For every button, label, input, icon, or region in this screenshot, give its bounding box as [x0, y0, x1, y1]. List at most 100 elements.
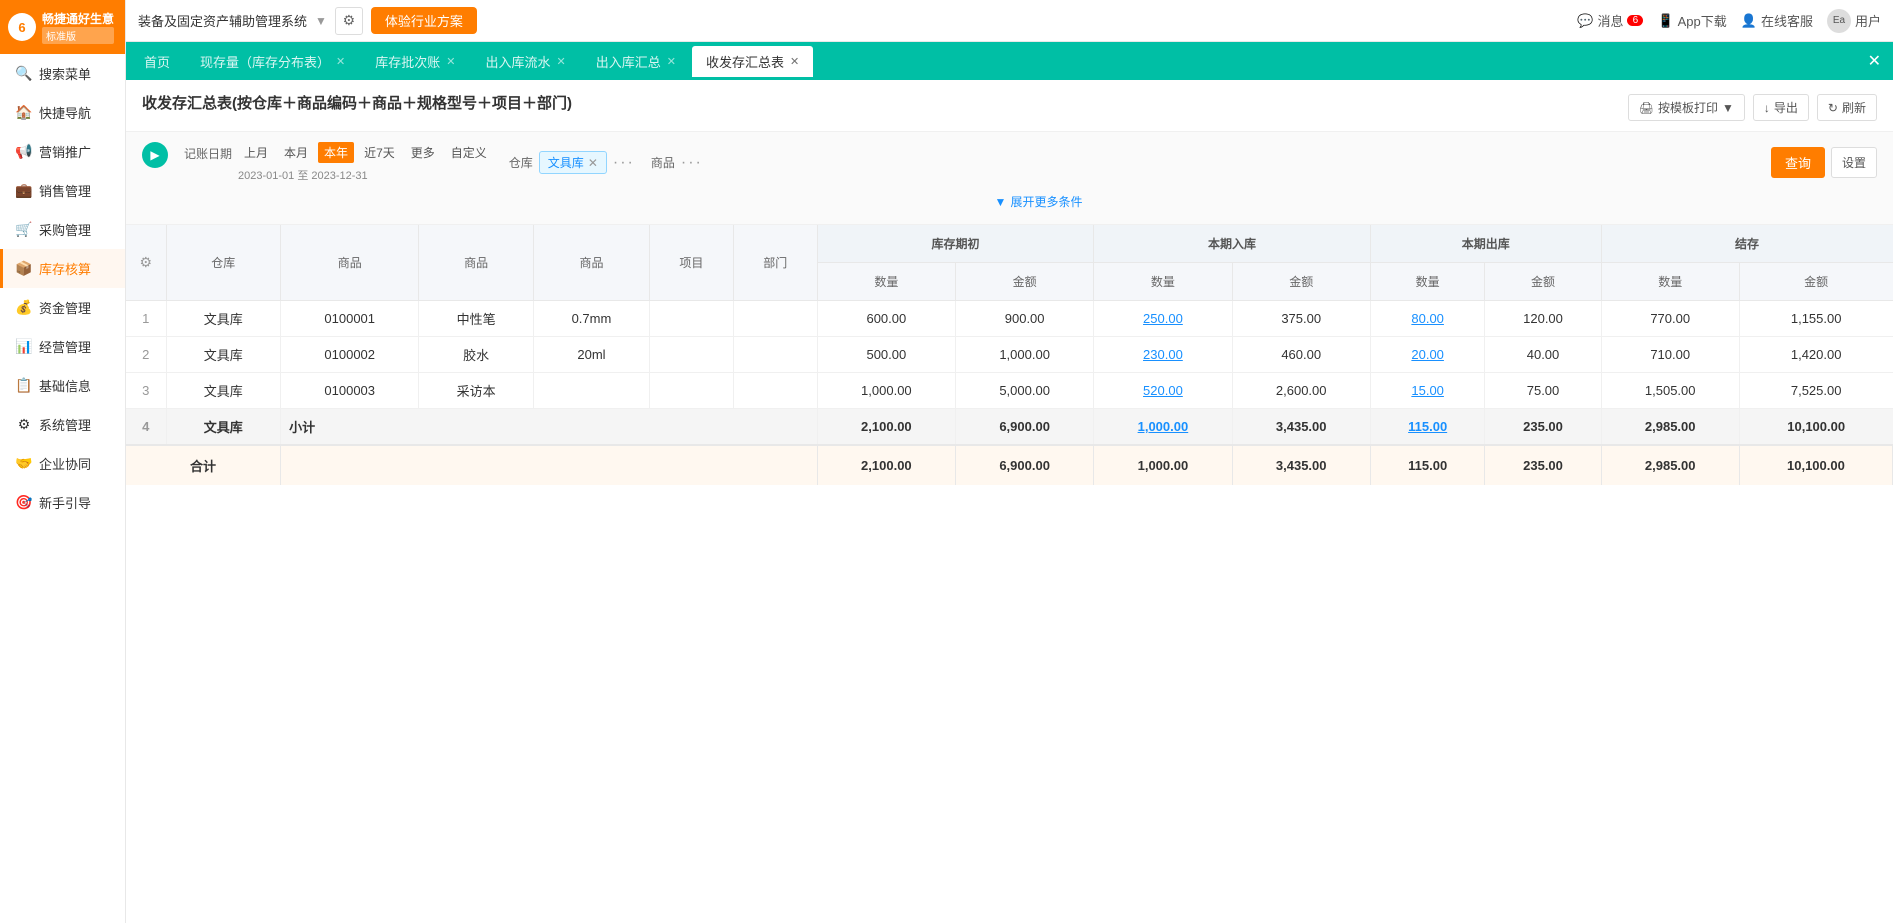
content-area: 收发存汇总表(按仓库＋商品编码＋商品＋规格型号＋项目＋部门) 🖨 按模板打印 ▼… — [126, 80, 1893, 923]
setting-button[interactable]: 设置 — [1831, 147, 1877, 178]
date-label: 记账日期 — [184, 145, 232, 162]
tab-close-icon[interactable]: ✕ — [667, 55, 676, 68]
tabs-close-all[interactable]: ✕ — [1860, 47, 1889, 75]
app-download-item[interactable]: 📱 App下载 — [1657, 11, 1726, 30]
row-product-name: 采访本 — [419, 373, 534, 409]
expand-more-btn[interactable]: ▼ 展开更多条件 — [995, 189, 1083, 214]
system-icon: ⚙ — [15, 416, 33, 433]
query-buttons: 查询 设置 — [1771, 147, 1877, 178]
topbar-right: 💬 消息 6 📱 App下载 👤 在线客服 Ea 用户 — [1577, 9, 1881, 33]
user-item[interactable]: Ea 用户 — [1827, 9, 1881, 33]
search-icon: 🔍 — [15, 65, 33, 82]
sidebar-item-quicknav[interactable]: 🏠 快捷导航 — [0, 93, 125, 132]
subtotal-in-qty[interactable]: 1,000.00 — [1094, 409, 1232, 446]
subtotal-warehouse: 文具库 — [166, 409, 281, 446]
sidebar-item-management[interactable]: 📊 经营管理 — [0, 327, 125, 366]
topbar-chevron-icon[interactable]: ▼ — [315, 14, 327, 28]
collapse-arrow[interactable]: ▶ — [142, 142, 168, 168]
online-service-item[interactable]: 👤 在线客服 — [1741, 11, 1813, 30]
tab-close-icon[interactable]: ✕ — [336, 55, 345, 68]
product-filter: 商品 ··· — [651, 154, 703, 172]
sidebar-item-inventory[interactable]: 📦 库存核算 — [0, 249, 125, 288]
th-settings[interactable]: ⚙ — [126, 225, 166, 301]
tab-close-icon[interactable]: ✕ — [446, 55, 455, 68]
date-this-month[interactable]: 本月 — [278, 142, 314, 163]
date-7days[interactable]: 近7天 — [358, 142, 401, 163]
th-product-name: 商品 — [419, 225, 534, 301]
export-button[interactable]: ↓ 导出 — [1753, 94, 1809, 121]
date-more[interactable]: 更多 — [405, 142, 441, 163]
row-warehouse: 文具库 — [166, 301, 281, 337]
total-closing-qty: 2,985.00 — [1601, 445, 1739, 485]
row-department — [733, 373, 817, 409]
tab-inout-flow[interactable]: 出入库流水 ✕ — [471, 46, 579, 77]
warehouse-tag: 文具库 ✕ — [539, 151, 607, 174]
row-closing-qty: 710.00 — [1601, 337, 1739, 373]
total-opening-qty: 2,100.00 — [817, 445, 955, 485]
row-out-qty[interactable]: 80.00 — [1370, 301, 1485, 337]
row-opening-amt: 5,000.00 — [956, 373, 1094, 409]
sidebar-item-system[interactable]: ⚙ 系统管理 — [0, 405, 125, 444]
sidebar-item-finance[interactable]: 💰 资金管理 — [0, 288, 125, 327]
row-in-amt: 460.00 — [1232, 337, 1370, 373]
experience-button[interactable]: 体验行业方案 — [371, 7, 477, 34]
sidebar-item-marketing[interactable]: 📢 营销推广 — [0, 132, 125, 171]
subtotal-closing-amt: 10,100.00 — [1739, 409, 1892, 446]
page-actions: 🖨 按模板打印 ▼ ↓ 导出 ↻ 刷新 — [1628, 94, 1877, 121]
gear-settings-icon[interactable]: ⚙ — [139, 254, 152, 270]
message-item[interactable]: 💬 消息 6 — [1577, 11, 1643, 30]
tab-receipt-summary[interactable]: 收发存汇总表 ✕ — [692, 46, 813, 77]
phone-icon: 📱 — [1657, 13, 1673, 29]
sidebar-item-search[interactable]: 🔍 搜索菜单 — [0, 54, 125, 93]
th-group-closing: 结存 — [1601, 225, 1892, 263]
row-department — [733, 337, 817, 373]
topbar-gear-btn[interactable]: ⚙ — [335, 7, 363, 35]
sidebar-item-basic[interactable]: 📋 基础信息 — [0, 366, 125, 405]
message-icon: 💬 — [1577, 13, 1593, 29]
row-warehouse: 文具库 — [166, 373, 281, 409]
th-closing-amt: 金额 — [1739, 263, 1892, 301]
sidebar-logo[interactable]: 6 畅捷通好生意 标准版 — [0, 0, 125, 54]
table-row: 2 文具库 0100002 胶水 20ml 500.00 1,000.00 23… — [126, 337, 1893, 373]
row-closing-amt: 7,525.00 — [1739, 373, 1892, 409]
subtotal-out-amt: 235.00 — [1485, 409, 1601, 446]
date-this-year[interactable]: 本年 — [318, 142, 354, 163]
sidebar-item-enterprise[interactable]: 🤝 企业协同 — [0, 444, 125, 483]
total-row: 合计 2,100.00 6,900.00 1,000.00 3,435.00 1… — [126, 445, 1893, 485]
row-in-amt: 375.00 — [1232, 301, 1370, 337]
tab-home[interactable]: 首页 — [130, 46, 184, 77]
subtotal-closing-qty: 2,985.00 — [1601, 409, 1739, 446]
expand-more-row: ▼ 展开更多条件 — [184, 189, 1877, 214]
warehouse-dots[interactable]: ··· — [613, 154, 635, 172]
row-in-qty[interactable]: 520.00 — [1094, 373, 1232, 409]
sidebar-item-purchase[interactable]: 🛒 采购管理 — [0, 210, 125, 249]
query-button[interactable]: 查询 — [1771, 147, 1825, 178]
tab-close-icon[interactable]: ✕ — [557, 55, 566, 68]
date-filter: 记账日期 上月 本月 本年 近7天 更多 自定义 20 — [184, 142, 493, 183]
tab-batch[interactable]: 库存批次账 ✕ — [361, 46, 469, 77]
row-closing-qty: 1,505.00 — [1601, 373, 1739, 409]
warehouse-tag-close[interactable]: ✕ — [588, 156, 598, 170]
tab-inout-summary[interactable]: 出入库汇总 ✕ — [582, 46, 690, 77]
row-closing-amt: 1,420.00 — [1739, 337, 1892, 373]
refresh-button[interactable]: ↻ 刷新 — [1817, 94, 1877, 121]
row-out-qty[interactable]: 15.00 — [1370, 373, 1485, 409]
row-in-qty[interactable]: 250.00 — [1094, 301, 1232, 337]
row-out-qty[interactable]: 20.00 — [1370, 337, 1485, 373]
sidebar-item-sales[interactable]: 💼 销售管理 — [0, 171, 125, 210]
date-custom[interactable]: 自定义 — [445, 142, 493, 163]
total-closing-amt: 10,100.00 — [1739, 445, 1892, 485]
tab-close-icon[interactable]: ✕ — [790, 55, 799, 68]
tabs-bar: 首页 现存量（库存分布表） ✕ 库存批次账 ✕ 出入库流水 ✕ 出入库汇总 ✕ … — [126, 42, 1893, 80]
inventory-icon: 📦 — [15, 260, 33, 277]
page-header: 收发存汇总表(按仓库＋商品编码＋商品＋规格型号＋项目＋部门) 🖨 按模板打印 ▼… — [126, 80, 1893, 132]
sidebar-item-guide[interactable]: 🎯 新手引导 — [0, 483, 125, 522]
row-in-qty[interactable]: 230.00 — [1094, 337, 1232, 373]
total-in-qty: 1,000.00 — [1094, 445, 1232, 485]
product-dots[interactable]: ··· — [681, 154, 703, 172]
date-last-month[interactable]: 上月 — [238, 142, 274, 163]
tab-inventory-dist[interactable]: 现存量（库存分布表） ✕ — [186, 46, 359, 77]
print-button[interactable]: 🖨 按模板打印 ▼ — [1628, 94, 1745, 121]
subtotal-out-qty[interactable]: 115.00 — [1370, 409, 1485, 446]
logo-icon: 6 — [8, 13, 36, 41]
